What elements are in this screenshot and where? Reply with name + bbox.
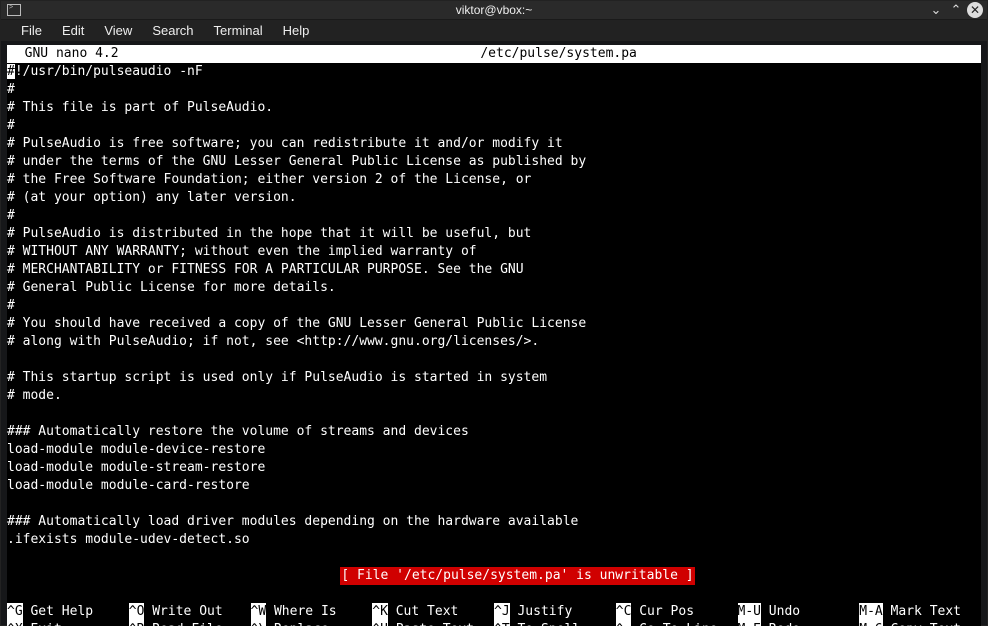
close-button[interactable]: ✕ [967, 2, 983, 18]
shortcut-label: Justify [510, 603, 573, 621]
shortcut-label: Redo [761, 621, 800, 626]
shortcut-: ^_ Go To Line [616, 621, 738, 626]
shortcut-ME: M-E Redo [738, 621, 860, 626]
menu-terminal[interactable]: Terminal [204, 20, 273, 41]
shortcut-K: ^K Cut Text [372, 603, 494, 621]
shortcut-key: M-A [859, 603, 882, 621]
shortcut-U: ^U Paste Text [372, 621, 494, 626]
menu-view[interactable]: View [94, 20, 142, 41]
shortcut-label: To Spell [510, 621, 580, 626]
shortcut-label: Cur Pos [631, 603, 694, 621]
shortcut-MA: M-A Mark Text [859, 603, 981, 621]
shortcut-label: Go To Line [631, 621, 717, 626]
shortcut-key: ^_ [616, 621, 632, 626]
nano-shortcuts: ^G Get Help^O Write Out^W Where Is^K Cut… [7, 603, 981, 626]
terminal-icon [7, 4, 21, 16]
nano-status-line: [ File '/etc/pulse/system.pa' is unwrita… [7, 549, 981, 603]
shortcut-: ^\ Replace [251, 621, 373, 626]
shortcut-key: ^W [251, 603, 267, 621]
shortcut-key: ^O [129, 603, 145, 621]
shortcut-label: Copy Text [883, 621, 961, 626]
shortcut-label: Paste Text [388, 621, 474, 626]
shortcut-M6: M-6 Copy Text [859, 621, 981, 626]
shortcut-key: ^K [372, 603, 388, 621]
window-controls: ⌄ ⌃ ✕ [927, 1, 987, 19]
shortcut-label: Mark Text [883, 603, 961, 621]
editor-content[interactable]: #!/usr/bin/pulseaudio -nF # # This file … [7, 63, 981, 549]
menubar: File Edit View Search Terminal Help [1, 20, 987, 41]
shortcut-label: Exit [23, 621, 62, 626]
terminal-window: viktor@vbox:~ ⌄ ⌃ ✕ File Edit View Searc… [0, 0, 988, 626]
shortcut-T: ^T To Spell [494, 621, 616, 626]
menu-help[interactable]: Help [273, 20, 320, 41]
shortcut-label: Replace [266, 621, 329, 626]
nano-version: GNU nano 4.2 [7, 45, 136, 63]
nano-filepath: /etc/pulse/system.pa [136, 45, 981, 63]
shortcut-key: M-E [738, 621, 761, 626]
shortcut-O: ^O Write Out [129, 603, 251, 621]
menu-edit[interactable]: Edit [52, 20, 94, 41]
shortcut-W: ^W Where Is [251, 603, 373, 621]
maximize-button[interactable]: ⌃ [947, 1, 965, 19]
shortcut-MU: M-U Undo [738, 603, 860, 621]
shortcut-label: Get Help [23, 603, 93, 621]
shortcut-R: ^R Read File [129, 621, 251, 626]
shortcut-X: ^X Exit [7, 621, 129, 626]
shortcut-label: Read File [144, 621, 222, 626]
terminal-body[interactable]: GNU nano 4.2 /etc/pulse/system.pa #!/usr… [7, 45, 981, 626]
menu-search[interactable]: Search [142, 20, 203, 41]
nano-header: GNU nano 4.2 /etc/pulse/system.pa [7, 45, 981, 63]
shortcut-key: ^J [494, 603, 510, 621]
menu-file[interactable]: File [11, 20, 52, 41]
shortcut-label: Write Out [144, 603, 222, 621]
shortcut-key: ^C [616, 603, 632, 621]
shortcut-label: Cut Text [388, 603, 458, 621]
window-title: viktor@vbox:~ [456, 3, 533, 17]
titlebar[interactable]: viktor@vbox:~ ⌄ ⌃ ✕ [1, 1, 987, 20]
shortcut-key: ^T [494, 621, 510, 626]
shortcut-key: ^X [7, 621, 23, 626]
shortcut-key: ^R [129, 621, 145, 626]
shortcut-key: M-6 [859, 621, 882, 626]
shortcut-key: ^U [372, 621, 388, 626]
shortcut-J: ^J Justify [494, 603, 616, 621]
nano-status-badge: [ File '/etc/pulse/system.pa' is unwrita… [340, 567, 694, 585]
shortcut-key: ^\ [251, 621, 267, 626]
shortcut-key: M-U [738, 603, 761, 621]
shortcut-G: ^G Get Help [7, 603, 129, 621]
shortcut-C: ^C Cur Pos [616, 603, 738, 621]
shortcut-label: Where Is [266, 603, 336, 621]
minimize-button[interactable]: ⌄ [927, 1, 945, 19]
shortcut-label: Undo [761, 603, 800, 621]
shortcut-key: ^G [7, 603, 23, 621]
